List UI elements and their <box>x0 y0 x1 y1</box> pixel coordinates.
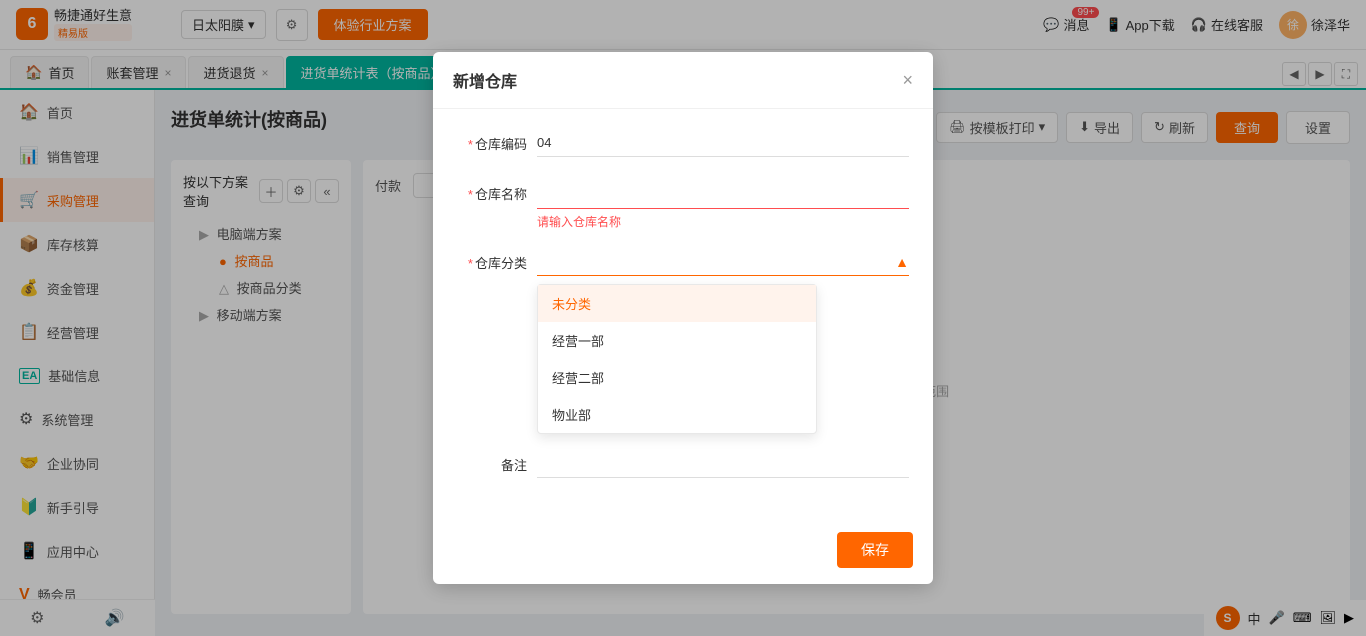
warehouse-name-input[interactable] <box>537 181 909 209</box>
dialog-body: 仓库编码 仓库名称 请输入仓库名称 仓库分类 <box>433 109 933 520</box>
form-row-remark: 备注 <box>457 450 909 482</box>
save-button[interactable]: 保存 <box>837 532 913 568</box>
dialog-footer: 保存 <box>433 520 933 584</box>
name-label: 仓库名称 <box>457 179 537 211</box>
dialog-title: 新增仓库 <box>453 68 517 92</box>
remark-label: 备注 <box>457 450 537 482</box>
dialog-header: 新增仓库 × <box>433 52 933 109</box>
warehouse-remark-input[interactable] <box>537 450 909 478</box>
name-input-wrapper <box>537 181 909 209</box>
dropdown-item-dept1[interactable]: 经营一部 <box>538 322 816 359</box>
form-row-category: 仓库分类 ▲ 未分类 经营一部 经营二部 物业部 <box>457 248 909 280</box>
category-label: 仓库分类 <box>457 248 537 280</box>
form-row-code: 仓库编码 <box>457 129 909 161</box>
add-warehouse-dialog: 新增仓库 × 仓库编码 仓库名称 请输入仓库名称 <box>433 52 933 584</box>
form-row-name: 仓库名称 请输入仓库名称 <box>457 179 909 230</box>
dropdown-item-dept3[interactable]: 物业部 <box>538 396 816 433</box>
category-input-wrapper: ▲ 未分类 经营一部 经营二部 物业部 <box>537 248 909 276</box>
dropdown-item-dept2[interactable]: 经营二部 <box>538 359 816 396</box>
category-toggle-icon[interactable]: ▲ <box>895 254 909 270</box>
category-dropdown: 未分类 经营一部 经营二部 物业部 <box>537 284 817 434</box>
modal-overlay: 新增仓库 × 仓库编码 仓库名称 请输入仓库名称 <box>0 0 1366 636</box>
warehouse-code-input[interactable] <box>537 129 909 157</box>
code-label: 仓库编码 <box>457 129 537 161</box>
warehouse-category-input[interactable] <box>537 248 909 276</box>
dialog-close-button[interactable]: × <box>902 71 913 89</box>
dropdown-item-unclassified[interactable]: 未分类 <box>538 285 816 322</box>
name-error-tip: 请输入仓库名称 <box>537 213 621 230</box>
